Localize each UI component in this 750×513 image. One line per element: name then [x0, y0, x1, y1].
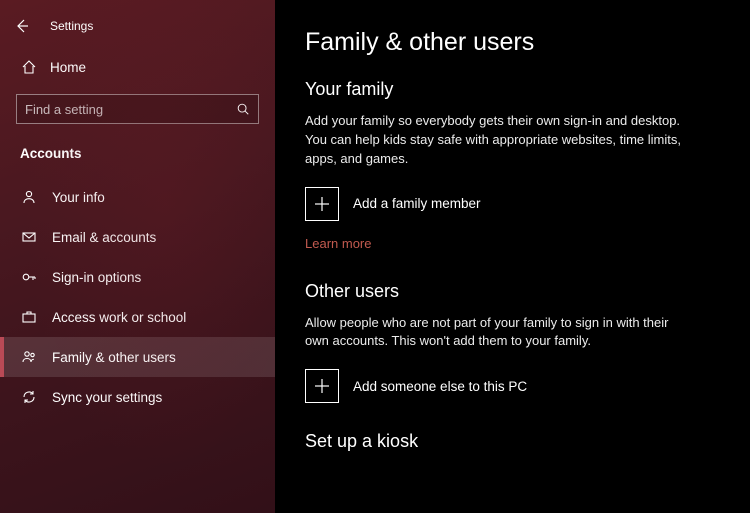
add-family-label: Add a family member [353, 196, 481, 211]
other-users-description: Allow people who are not part of your fa… [305, 314, 685, 352]
key-icon [20, 268, 38, 286]
family-description: Add your family so everybody gets their … [305, 112, 685, 169]
window-title: Settings [50, 19, 93, 33]
sidebar: Settings Home Accounts Your info Email &… [0, 0, 275, 513]
arrow-left-icon [14, 18, 30, 34]
nav-sign-in-options[interactable]: Sign-in options [0, 257, 275, 297]
nav-sync-settings[interactable]: Sync your settings [0, 377, 275, 417]
people-icon [20, 348, 38, 366]
plus-icon [305, 187, 339, 221]
home-nav[interactable]: Home [0, 50, 275, 84]
nav-family-other-users[interactable]: Family & other users [0, 337, 275, 377]
learn-more-link[interactable]: Learn more [305, 236, 371, 251]
briefcase-icon [20, 308, 38, 326]
content-area: Family & other users Your family Add you… [275, 0, 750, 513]
sidebar-section-label: Accounts [0, 140, 275, 177]
nav-access-work-school[interactable]: Access work or school [0, 297, 275, 337]
nav-list: Your info Email & accounts Sign-in optio… [0, 177, 275, 417]
email-icon [20, 228, 38, 246]
add-family-member-button[interactable]: Add a family member [305, 187, 720, 221]
sync-icon [20, 388, 38, 406]
search-input[interactable] [25, 102, 225, 117]
back-button[interactable] [8, 12, 36, 40]
nav-label: Sync your settings [52, 390, 162, 405]
header-row: Settings [0, 8, 275, 50]
nav-label: Email & accounts [52, 230, 156, 245]
nav-label: Your info [52, 190, 105, 205]
other-users-heading: Other users [305, 281, 720, 302]
search-box[interactable] [16, 94, 259, 124]
kiosk-heading: Set up a kiosk [305, 431, 720, 452]
home-icon [20, 58, 38, 76]
nav-label: Sign-in options [52, 270, 141, 285]
page-title: Family & other users [305, 28, 720, 57]
nav-your-info[interactable]: Your info [0, 177, 275, 217]
plus-icon [305, 369, 339, 403]
add-other-user-button[interactable]: Add someone else to this PC [305, 369, 720, 403]
nav-email-accounts[interactable]: Email & accounts [0, 217, 275, 257]
nav-label: Family & other users [52, 350, 176, 365]
home-label: Home [50, 60, 86, 75]
search-icon [236, 102, 250, 116]
person-icon [20, 188, 38, 206]
nav-label: Access work or school [52, 310, 186, 325]
add-other-label: Add someone else to this PC [353, 379, 527, 394]
family-heading: Your family [305, 79, 720, 100]
